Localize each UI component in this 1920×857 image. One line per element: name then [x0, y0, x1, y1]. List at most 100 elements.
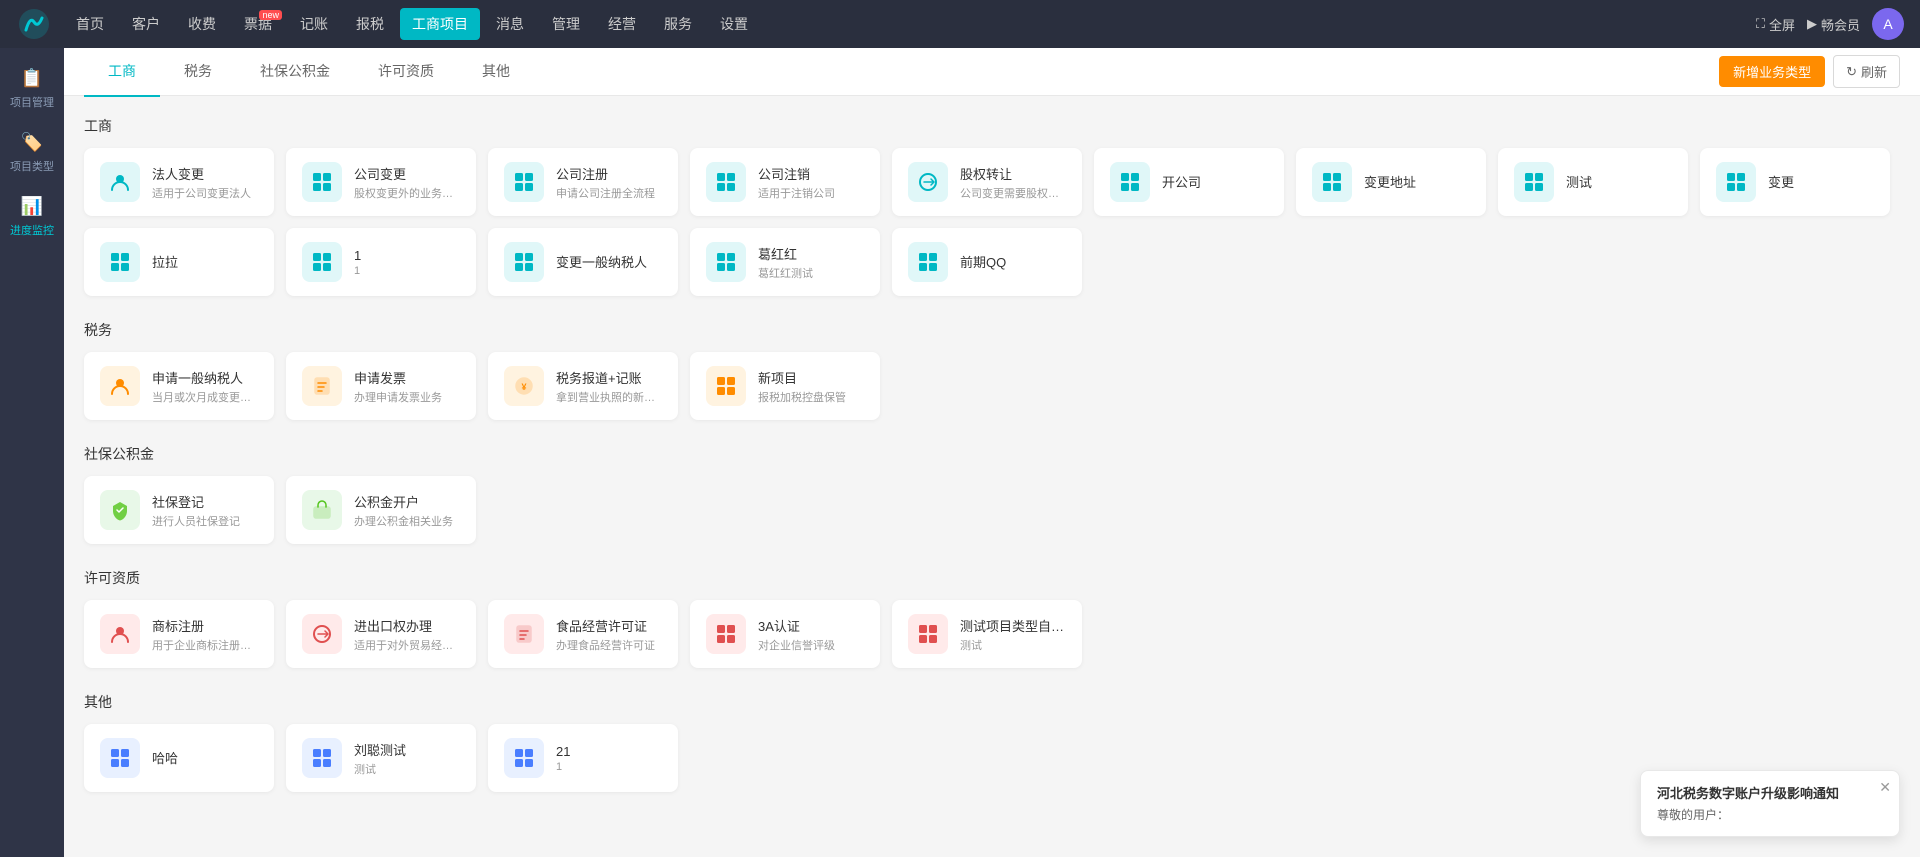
card-拉拉[interactable]: 拉拉 [84, 228, 274, 296]
card-公司注销[interactable]: 公司注销适用于注销公司 [690, 148, 880, 216]
card-哈哈[interactable]: 哈哈 [84, 724, 274, 792]
nav-item-票据[interactable]: 票据new [232, 8, 284, 40]
card-icon [302, 366, 342, 406]
card-食品经营许可证[interactable]: 食品经营许可证办理食品经营许可证 [488, 600, 678, 668]
card-公司变更[interactable]: 公司变更股权变更外的业务变更 [286, 148, 476, 216]
card-title: 申请发票 [354, 368, 460, 387]
card-icon [100, 738, 140, 778]
nav-item-收费[interactable]: 收费 [176, 8, 228, 40]
card-title: 税务报道+记账 [556, 368, 662, 387]
card-desc: 适用于注销公司 [758, 185, 864, 201]
qita-cards-grid: 哈哈 刘聪测试测试 211 [84, 724, 1900, 792]
fullscreen-btn[interactable]: ⛶ 全屏 [1756, 15, 1795, 34]
card-icon [504, 738, 544, 778]
card-进出口权办理[interactable]: 进出口权办理适用于对外贸易经营者 [286, 600, 476, 668]
tab-社保公积金[interactable]: 社保公积金 [236, 47, 354, 97]
card-icon [706, 366, 746, 406]
main-content: 工商税务社保公积金许可资质其他 新增业务类型 ↻ 刷新 工商 法人变更适用于公司… [64, 48, 1920, 857]
card-商标注册[interactable]: 商标注册用于企业商标注册服务 [84, 600, 274, 668]
card-税务报道+记账[interactable]: ¥ 税务报道+记账拿到营业执照的新公司 [488, 352, 678, 420]
shuiwu-cards-grid: 申请一般纳税人当月或次月成变更完成 申请发票办理申请发票业务 ¥ 税务报道+记账… [84, 352, 1900, 420]
tab-bar: 工商税务社保公积金许可资质其他 新增业务类型 ↻ 刷新 [64, 48, 1920, 96]
card-申请一般纳税人[interactable]: 申请一般纳税人当月或次月成变更完成 [84, 352, 274, 420]
card-desc: 适用于公司变更法人 [152, 185, 258, 201]
card-变更一般纳税人[interactable]: 变更一般纳税人 [488, 228, 678, 296]
avatar[interactable]: A [1872, 8, 1904, 40]
card-desc: 测试 [354, 761, 460, 777]
tabs: 工商税务社保公积金许可资质其他 [84, 47, 534, 97]
card-开公司[interactable]: 开公司 [1094, 148, 1284, 216]
member-btn[interactable]: ▶ 畅会员 [1807, 15, 1860, 34]
card-title: 公司注销 [758, 164, 864, 183]
nav-item-管理[interactable]: 管理 [540, 8, 592, 40]
nav-item-服务[interactable]: 服务 [652, 8, 704, 40]
sidebar-item-项目管理[interactable]: 📋项目管理 [0, 56, 64, 120]
notification-close-btn[interactable]: ✕ [1879, 779, 1891, 796]
section-xuke-title: 许可资质 [84, 568, 1900, 588]
card-申请发票[interactable]: 申请发票办理申请发票业务 [286, 352, 476, 420]
nav-item-工商项目[interactable]: 工商项目 [400, 8, 480, 40]
tab-actions: 新增业务类型 ↻ 刷新 [1719, 55, 1900, 88]
card-刘聪测试[interactable]: 刘聪测试测试 [286, 724, 476, 792]
card-变更地址[interactable]: 变更地址 [1296, 148, 1486, 216]
card-icon [100, 490, 140, 530]
tab-许可资质[interactable]: 许可资质 [354, 47, 458, 97]
card-社保登记[interactable]: 社保登记进行人员社保登记 [84, 476, 274, 544]
card-测试[interactable]: 测试 [1498, 148, 1688, 216]
card-股权转让[interactable]: 股权转让公司变更需要股权转让 [892, 148, 1082, 216]
card-desc: 1 [556, 761, 662, 773]
content-area: 工商 法人变更适用于公司变更法人 公司变更股权变更外的业务变更 公司注册申请公司… [64, 96, 1920, 836]
card-前期QQ[interactable]: 前期QQ [892, 228, 1082, 296]
card-title: 葛红红 [758, 244, 864, 263]
card-icon [1514, 162, 1554, 202]
card-icon [504, 162, 544, 202]
card-icon [504, 614, 544, 654]
notification-text: 尊敬的用户： [1657, 806, 1883, 824]
nav-item-设置[interactable]: 设置 [708, 8, 760, 40]
card-变更[interactable]: 变更 [1700, 148, 1890, 216]
sidebar-icon: 📊 [20, 194, 44, 218]
sidebar-item-项目类型[interactable]: 🏷️项目类型 [0, 120, 64, 184]
nav-item-消息[interactable]: 消息 [484, 8, 536, 40]
card-葛红红[interactable]: 葛红红葛红红测试 [690, 228, 880, 296]
card-icon [1312, 162, 1352, 202]
card-title: 21 [556, 744, 662, 759]
card-公司注册[interactable]: 公司注册申请公司注册全流程 [488, 148, 678, 216]
sidebar-icon: 🏷️ [20, 130, 44, 154]
nav-item-记账[interactable]: 记账 [288, 8, 340, 40]
card-1[interactable]: 11 [286, 228, 476, 296]
nav-item-报税[interactable]: 报税 [344, 8, 396, 40]
card-icon [1716, 162, 1756, 202]
card-21[interactable]: 211 [488, 724, 678, 792]
card-icon [302, 614, 342, 654]
refresh-button[interactable]: ↻ 刷新 [1833, 55, 1900, 88]
sidebar: 📋项目管理🏷️项目类型📊进度监控 [0, 48, 64, 857]
card-测试项目类型自定义[interactable]: 测试项目类型自定义测试 [892, 600, 1082, 668]
sidebar-item-进度监控[interactable]: 📊进度监控 [0, 184, 64, 248]
card-新项目[interactable]: 新项目报税加税控盘保管 [690, 352, 880, 420]
card-title: 测试 [1566, 172, 1672, 191]
card-desc: 办理申请发票业务 [354, 389, 460, 405]
card-title: 社保登记 [152, 492, 258, 511]
nav-item-客户[interactable]: 客户 [120, 8, 172, 40]
nav-item-首页[interactable]: 首页 [64, 8, 116, 40]
notification-title: 河北税务数字账户升级影响通知 [1657, 783, 1883, 802]
section-gongshang-title: 工商 [84, 116, 1900, 136]
card-icon [302, 242, 342, 282]
card-公积金开户[interactable]: 公积金开户办理公积金相关业务 [286, 476, 476, 544]
section-shebao-title: 社保公积金 [84, 444, 1900, 464]
card-3A认证[interactable]: 3A认证对企业信誉评级 [690, 600, 880, 668]
card-title: 新项目 [758, 368, 864, 387]
card-desc: 葛红红测试 [758, 265, 864, 281]
card-icon [706, 614, 746, 654]
card-desc: 报税加税控盘保管 [758, 389, 864, 405]
nav-item-经营[interactable]: 经营 [596, 8, 648, 40]
tab-其他[interactable]: 其他 [458, 47, 534, 97]
card-desc: 适用于对外贸易经营者 [354, 637, 460, 653]
card-desc: 股权变更外的业务变更 [354, 185, 460, 201]
add-type-button[interactable]: 新增业务类型 [1719, 56, 1825, 87]
tab-税务[interactable]: 税务 [160, 47, 236, 97]
nav-right: ⛶ 全屏 ▶ 畅会员 A [1756, 8, 1904, 40]
tab-工商[interactable]: 工商 [84, 47, 160, 97]
card-法人变更[interactable]: 法人变更适用于公司变更法人 [84, 148, 274, 216]
